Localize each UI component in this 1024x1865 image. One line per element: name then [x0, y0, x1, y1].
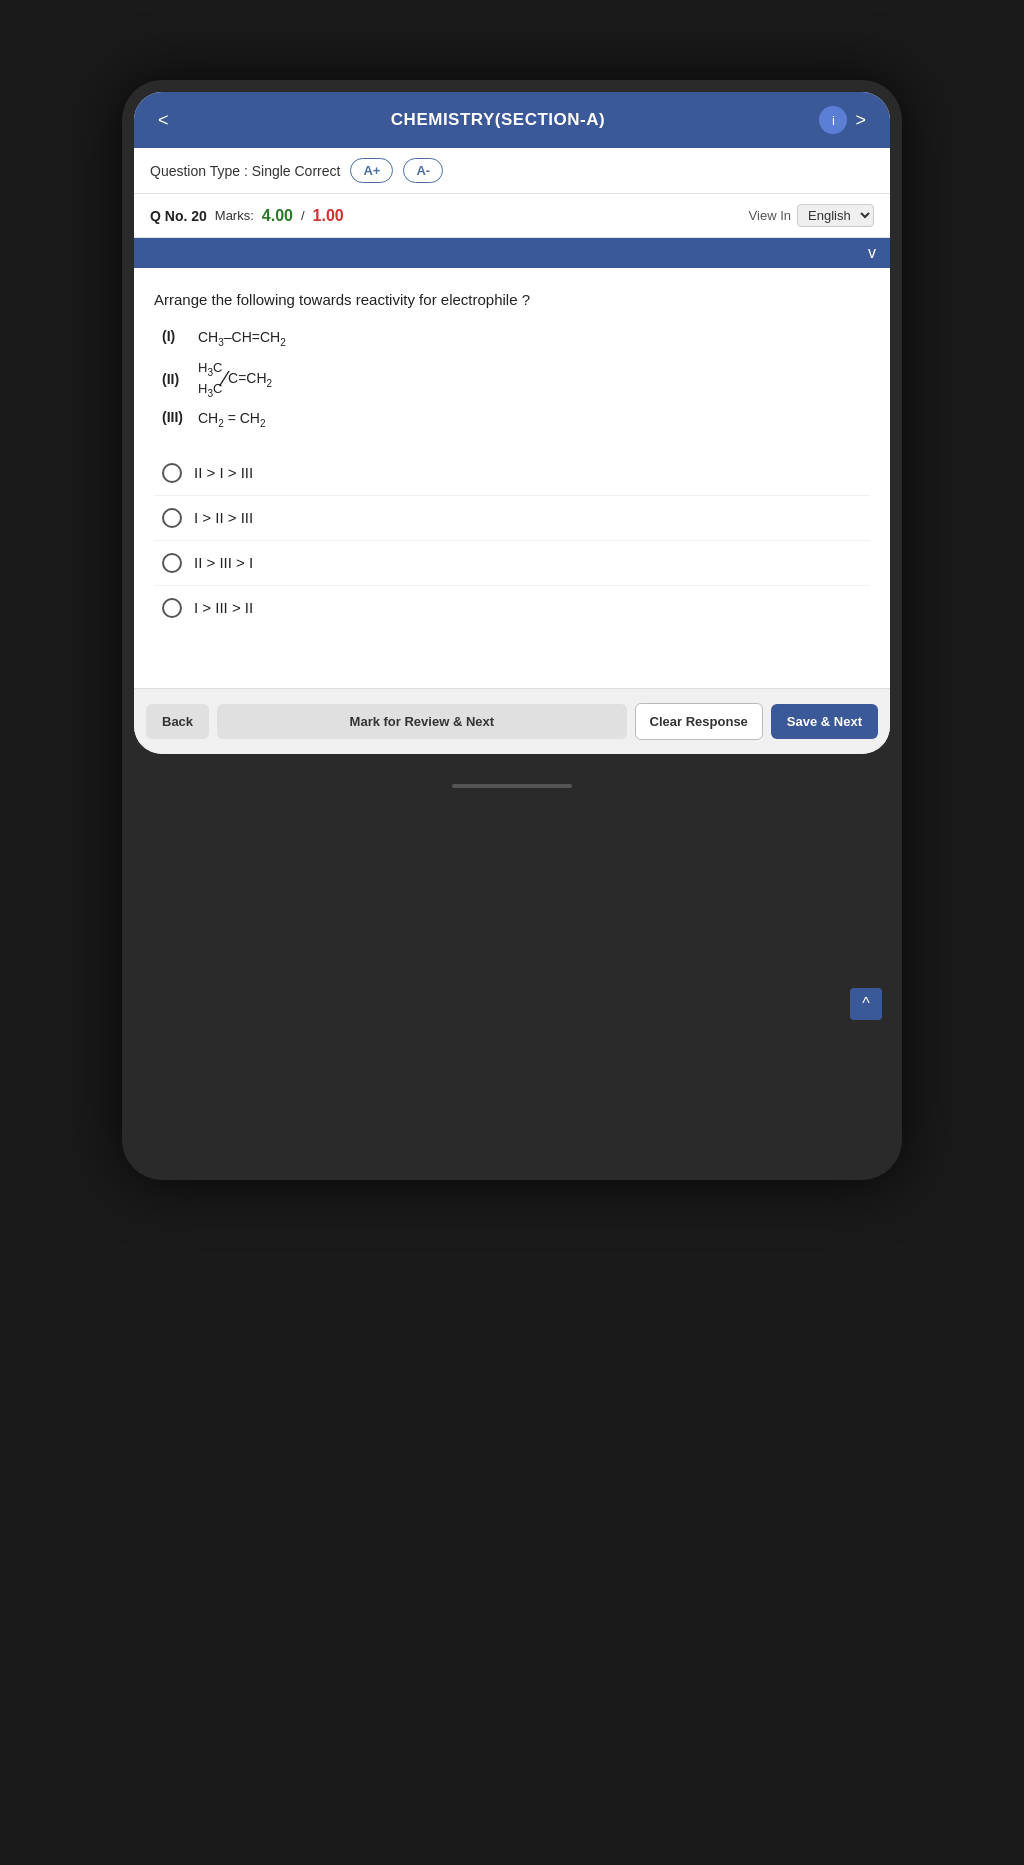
- header: < CHEMISTRY(SECTION-A) i >: [134, 92, 890, 148]
- phone-frame: < CHEMISTRY(SECTION-A) i > Question Type…: [122, 80, 902, 1180]
- compound-iii-label: (III): [162, 409, 192, 425]
- question-type-bar: Question Type : Single Correct A+ A-: [134, 148, 890, 194]
- compound-iii: (III) CH2 = CH2: [162, 409, 870, 431]
- option-item-1[interactable]: II > I > III: [154, 451, 870, 496]
- question-type-label: Question Type : Single Correct: [150, 163, 340, 179]
- font-decrease-button[interactable]: A-: [403, 158, 443, 183]
- scroll-down-button[interactable]: v: [862, 242, 882, 264]
- compound-iii-formula: CH2 = CH2: [198, 409, 266, 431]
- font-increase-button[interactable]: A+: [350, 158, 393, 183]
- marks-bar: Q No. 20 Marks: 4.00 / 1.00 View In Engl…: [134, 194, 890, 238]
- nav-left-button[interactable]: <: [150, 110, 177, 131]
- marks-negative: 1.00: [313, 207, 344, 225]
- option-item-3[interactable]: II > III > I: [154, 541, 870, 586]
- option-item-4[interactable]: I > III > II: [154, 586, 870, 630]
- question-number: Q No. 20: [150, 208, 207, 224]
- option-text-4: I > III > II: [194, 599, 253, 616]
- option-text-3: II > III > I: [194, 554, 253, 571]
- option-item-2[interactable]: I > II > III: [154, 496, 870, 541]
- options-list: II > I > III I > II > III II > III > I I…: [154, 451, 870, 630]
- compound-i-formula: CH3–CH=CH2: [198, 328, 286, 350]
- marks-separator: /: [301, 208, 305, 223]
- mark-review-button[interactable]: Mark for Review & Next: [217, 704, 627, 739]
- header-title: CHEMISTRY(SECTION-A): [177, 110, 820, 130]
- clear-response-button[interactable]: Clear Response: [635, 703, 763, 740]
- save-next-button[interactable]: Save & Next: [771, 704, 878, 739]
- compound-i-label: (I): [162, 328, 192, 344]
- option-text-2: I > II > III: [194, 509, 253, 526]
- question-text: Arrange the following towards reactivity…: [154, 288, 870, 312]
- language-select[interactable]: English: [797, 204, 874, 227]
- view-in-label: View In: [749, 208, 791, 223]
- phone-content: < CHEMISTRY(SECTION-A) i > Question Type…: [134, 92, 890, 754]
- scroll-indicator-bar: v: [134, 238, 890, 268]
- radio-option-3[interactable]: [162, 553, 182, 573]
- back-button[interactable]: Back: [146, 704, 209, 739]
- compound-ii: (II) H3C H3C ⁄C=CH2: [162, 358, 870, 401]
- compound-ii-formula: H3C H3C ⁄C=CH2: [198, 358, 272, 401]
- home-indicator: [452, 784, 572, 788]
- option-text-1: II > I > III: [194, 464, 253, 481]
- compound-list: (I) CH3–CH=CH2 (II) H3C H3C ⁄C=CH2: [162, 328, 870, 431]
- compound-ii-label: (II): [162, 371, 192, 387]
- marks-positive: 4.00: [262, 207, 293, 225]
- question-body: Arrange the following towards reactivity…: [134, 268, 890, 688]
- compound-i: (I) CH3–CH=CH2: [162, 328, 870, 350]
- radio-option-1[interactable]: [162, 463, 182, 483]
- nav-right-button[interactable]: >: [847, 110, 874, 131]
- bottom-bar: [122, 766, 902, 806]
- radio-option-2[interactable]: [162, 508, 182, 528]
- info-icon[interactable]: i: [819, 106, 847, 134]
- view-in-section: View In English: [749, 204, 874, 227]
- radio-option-4[interactable]: [162, 598, 182, 618]
- marks-label: Marks:: [215, 208, 254, 223]
- action-bar: Back Mark for Review & Next Clear Respon…: [134, 688, 890, 754]
